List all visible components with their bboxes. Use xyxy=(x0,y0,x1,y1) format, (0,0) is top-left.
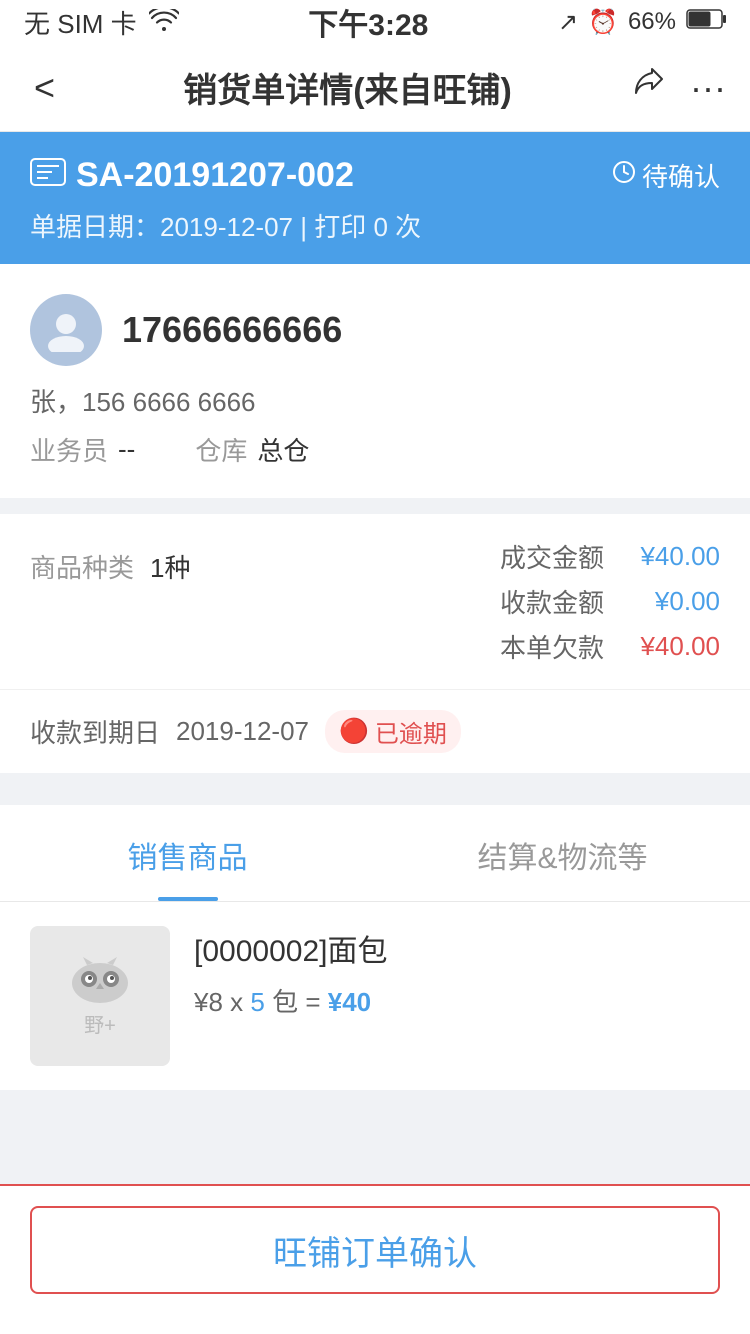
order-icon xyxy=(30,156,66,195)
more-icon[interactable]: ··· xyxy=(690,67,726,109)
status-time: 下午3:28 xyxy=(308,0,428,44)
warning-icon: 🔴 xyxy=(339,717,369,746)
product-types-label: 商品种类 xyxy=(30,548,134,585)
customer-section: 17666666666 张，156 6666 6666 业务员 -- 仓库 总仓 xyxy=(0,264,750,498)
equals-symbol: = xyxy=(305,987,320,1017)
order-header: SA-20191207-002 待确认 单据日期：2019-12-07 | 打印… xyxy=(0,132,750,264)
status-left: 无 SIM 卡 xyxy=(24,4,179,41)
page-title: 销货单详情(来自旺铺) xyxy=(183,63,512,112)
product-types-value: 1种 xyxy=(150,548,190,585)
salesperson-label: 业务员 xyxy=(30,431,108,468)
order-status: 待确认 xyxy=(612,157,720,194)
status-bar: 无 SIM 卡 下午3:28 ↗ ⏰ 66% xyxy=(0,0,750,44)
tab-sales-products[interactable]: 销售商品 xyxy=(0,805,375,901)
warehouse-item: 仓库 总仓 xyxy=(195,431,309,468)
salesperson-item: 业务员 -- xyxy=(30,431,135,468)
due-date-section: 收款到期日 2019-12-07 🔴 已逾期 xyxy=(0,689,750,773)
product-section: 野+ [0000002]面包 ¥8 x 5 包 = ¥40 xyxy=(0,902,750,1090)
tab-settlement[interactable]: 结算&物流等 xyxy=(375,805,750,901)
salesperson-value: -- xyxy=(118,434,135,465)
wifi-icon xyxy=(149,7,179,38)
share-icon[interactable] xyxy=(630,65,666,110)
product-total: ¥40 xyxy=(328,987,371,1017)
amount-label-2: 本单欠款 xyxy=(500,628,604,665)
amount-item-0: 成交金额 ¥40.00 xyxy=(500,538,720,575)
order-date: 单据日期：2019-12-07 | 打印 0 次 xyxy=(30,207,720,244)
product-item: 野+ [0000002]面包 ¥8 x 5 包 = ¥40 xyxy=(30,926,720,1066)
amount-label-0: 成交金额 xyxy=(500,538,604,575)
amount-value-2: ¥40.00 xyxy=(620,631,720,662)
product-thumbnail: 野+ xyxy=(30,926,170,1066)
due-date-label: 收款到期日 xyxy=(30,713,160,750)
tabs-section: 销售商品 结算&物流等 xyxy=(0,805,750,1090)
warehouse-value: 总仓 xyxy=(257,431,309,468)
confirm-order-button[interactable]: 旺铺订单确认 xyxy=(30,1206,720,1294)
order-id: SA-20191207-002 xyxy=(30,156,354,195)
confirm-button-area: 旺铺订单确认 xyxy=(0,1184,750,1334)
amount-value-0: ¥40.00 xyxy=(620,541,720,572)
due-date-value: 2019-12-07 xyxy=(176,716,309,747)
amounts-list: 成交金额 ¥40.00 收款金额 ¥0.00 本单欠款 ¥40.00 xyxy=(500,538,720,665)
divider-2 xyxy=(0,773,750,789)
customer-row: 17666666666 xyxy=(30,294,720,366)
nav-actions: ··· xyxy=(630,65,726,110)
amount-label-1: 收款金额 xyxy=(500,583,604,620)
customer-name: 张，156 6666 6666 xyxy=(30,382,720,419)
battery-icon xyxy=(686,8,726,36)
product-name: [0000002]面包 xyxy=(194,926,720,970)
product-types: 商品种类 1种 xyxy=(30,538,190,585)
amount-value-1: ¥0.00 xyxy=(620,586,720,617)
alarm-icon: ⏰ xyxy=(588,8,618,37)
amounts-section: 商品种类 1种 成交金额 ¥40.00 收款金额 ¥0.00 本单欠款 ¥40.… xyxy=(0,514,750,689)
status-right: ↗ ⏰ 66% xyxy=(558,8,726,37)
amount-item-2: 本单欠款 ¥40.00 xyxy=(500,628,720,665)
overdue-badge: 🔴 已逾期 xyxy=(325,710,461,753)
multiply-symbol: x xyxy=(230,987,243,1017)
product-info: [0000002]面包 ¥8 x 5 包 = ¥40 xyxy=(194,926,720,1019)
brand-plus: 野+ xyxy=(84,1009,116,1038)
amount-item-1: 收款金额 ¥0.00 xyxy=(500,583,720,620)
carrier-text: 无 SIM 卡 xyxy=(24,4,137,41)
customer-meta: 业务员 -- 仓库 总仓 xyxy=(30,431,720,468)
price-value: ¥8 xyxy=(194,987,223,1017)
tabs-row: 销售商品 结算&物流等 xyxy=(0,805,750,902)
order-id-row: SA-20191207-002 待确认 xyxy=(30,156,720,195)
product-unit: 包 xyxy=(272,987,298,1017)
avatar xyxy=(30,294,102,366)
product-thumb-inner: 野+ xyxy=(65,955,135,1038)
customer-phone: 17666666666 xyxy=(122,309,342,351)
back-button[interactable]: < xyxy=(24,57,65,119)
product-qty: 5 xyxy=(250,987,264,1017)
warehouse-label: 仓库 xyxy=(195,431,247,468)
clock-icon xyxy=(612,160,636,191)
product-price: ¥8 x 5 包 = ¥40 xyxy=(194,982,720,1019)
location-icon: ↗ xyxy=(558,8,578,37)
nav-bar: < 销货单详情(来自旺铺) ··· xyxy=(0,44,750,132)
battery-text: 66% xyxy=(628,8,676,36)
divider-1 xyxy=(0,498,750,514)
amounts-row: 商品种类 1种 成交金额 ¥40.00 收款金额 ¥0.00 本单欠款 ¥40.… xyxy=(30,538,720,665)
